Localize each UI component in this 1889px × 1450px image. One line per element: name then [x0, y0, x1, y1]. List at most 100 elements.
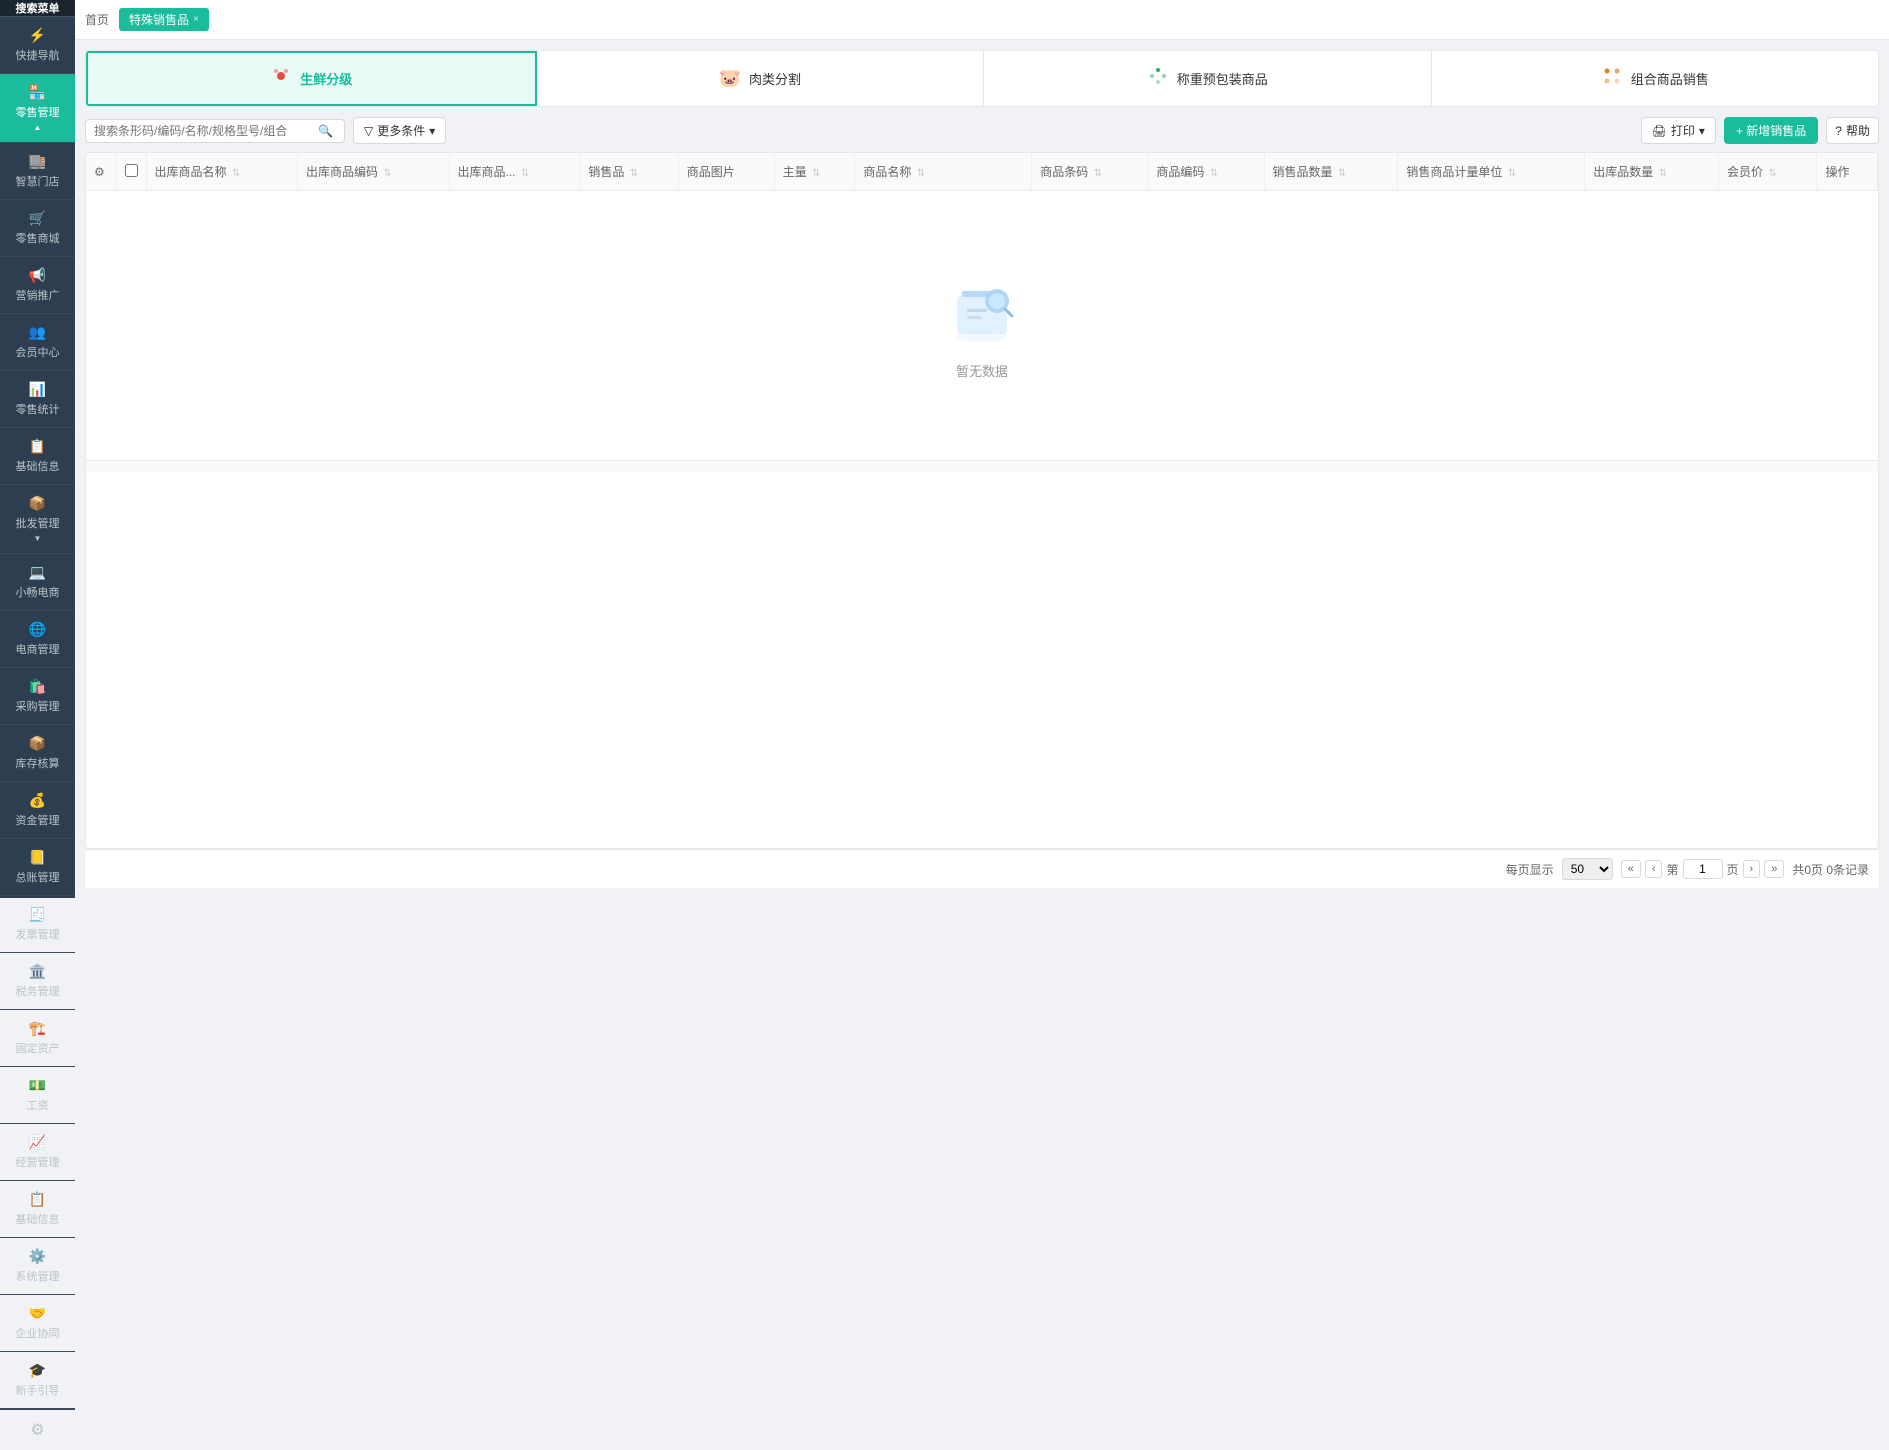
settings-button[interactable]: ⚙ [0, 1409, 75, 1450]
sidebar-item-ecom-mgmt[interactable]: 🌐 电商管理 [0, 611, 75, 668]
sidebar-item-small-store[interactable]: 💻 小畅电商 [0, 554, 75, 611]
sort-icon: ⇅ [812, 168, 820, 179]
sidebar-item-basic-info2[interactable]: 📋 基础信息 [0, 1181, 75, 1238]
sidebar-item-retail-mall[interactable]: 🛒 零售商城 [0, 200, 75, 257]
page-suffix: 页 [1727, 861, 1739, 878]
toolbar: 🔍 ▽ 更多条件 ▾ 🖨 打印 ▾ + 新增销售品 ? [85, 117, 1879, 144]
col-barcode[interactable]: 商品条码 ⇅ [1032, 153, 1148, 191]
sidebar-item-label: 零售商城 [16, 230, 60, 246]
sidebar-item-finance-mgmt[interactable]: 💰 资金管理 [0, 782, 75, 839]
sidebar-item-quick-nav[interactable]: ⚡ 快捷导航 [0, 17, 75, 74]
data-table-container: ⚙ 出库商品名称 ⇅ 出库商品编码 ⇅ 出库商品 [85, 152, 1879, 849]
sort-icon: ⇅ [1210, 168, 1218, 179]
sidebar-item-invoice-mgmt[interactable]: 🧾 发票管理 [0, 896, 75, 953]
col-checkbox[interactable] [116, 153, 146, 191]
search-box[interactable]: 🔍 [85, 119, 345, 143]
home-link[interactable]: 首页 [85, 11, 109, 28]
sidebar-item-label: 智慧门店 [16, 173, 60, 189]
add-button[interactable]: + 新增销售品 [1724, 117, 1818, 144]
corp-coop-icon: 🤝 [29, 1305, 46, 1322]
tab-combo-sale[interactable]: 组合商品销售 [1432, 51, 1879, 106]
sidebar-item-label: 新手引导 [16, 1382, 60, 1398]
sidebar-item-corp-coop[interactable]: 🤝 企业协同 [0, 1295, 75, 1352]
sidebar-item-smart-store[interactable]: 🏬 智慧门店 [0, 143, 75, 200]
sort-icon: ⇅ [232, 168, 240, 179]
search-input[interactable] [94, 124, 314, 138]
sidebar-item-retail-stats[interactable]: 📊 零售统计 [0, 371, 75, 428]
page-input[interactable] [1683, 859, 1723, 879]
tab-meat-cut[interactable]: 🐷 肉类分割 [537, 51, 985, 106]
active-tab-tag[interactable]: 特殊销售品 × [119, 8, 209, 31]
sidebar-item-label: 税务管理 [16, 983, 60, 999]
sidebar-item-new-guide[interactable]: 🎓 新手引导 [0, 1352, 75, 1409]
tax-mgmt-icon: 🏛️ [29, 963, 46, 980]
next-page-button[interactable]: › [1743, 860, 1761, 878]
col-sale-unit[interactable]: 销售商品计量单位 ⇅ [1398, 153, 1585, 191]
col-out-qty[interactable]: 出库品数量 ⇅ [1585, 153, 1719, 191]
col-goods-code[interactable]: 商品编码 ⇅ [1148, 153, 1264, 191]
sidebar-logo[interactable]: 搜索菜单 [0, 0, 75, 17]
sidebar: 搜索菜单 ⚡ 快捷导航 🏪 零售管理 ▲ 🏬 智慧门店 🛒 零售商城 📢 营销推… [0, 0, 75, 898]
page-nav: « ‹ 第 页 › » [1621, 859, 1785, 879]
select-all-checkbox[interactable] [125, 164, 138, 177]
tab-weigh-pack-label: 称重预包装商品 [1177, 69, 1268, 88]
sidebar-item-label: 经营管理 [16, 1154, 60, 1170]
col-out-goods-spec[interactable]: 出库商品... ⇅ [449, 153, 580, 191]
basic-info2-icon: 📋 [29, 1191, 46, 1208]
col-label: 出库品数量 [1593, 165, 1653, 179]
sidebar-item-label: 库存核算 [16, 755, 60, 771]
help-button[interactable]: ? 帮助 [1826, 117, 1879, 144]
col-label: 商品编码 [1156, 165, 1204, 179]
sidebar-item-marketing[interactable]: 📢 营销推广 [0, 257, 75, 314]
sidebar-item-salary[interactable]: 💵 工资 [0, 1067, 75, 1124]
sidebar-item-fixed-assets[interactable]: 🏗️ 固定资产 [0, 1010, 75, 1067]
sidebar-item-basic-info[interactable]: 📋 基础信息 [0, 428, 75, 485]
add-label: + 新增销售品 [1736, 122, 1806, 139]
sidebar-item-ops-mgmt[interactable]: 📈 经营管理 [0, 1124, 75, 1181]
sort-icon: ⇅ [1094, 168, 1102, 179]
sidebar-item-tax-mgmt[interactable]: 🏛️ 税务管理 [0, 953, 75, 1010]
col-settings[interactable]: ⚙ [86, 153, 116, 191]
print-button[interactable]: 🖨 打印 ▾ [1641, 117, 1716, 144]
col-label: 商品图片 [687, 165, 735, 179]
tab-fresh-grade-label: 生鲜分级 [300, 69, 352, 88]
table-scroll-bar[interactable] [86, 460, 1878, 472]
sys-mgmt-icon: ⚙️ [29, 1248, 46, 1265]
filter-button[interactable]: ▽ 更多条件 ▾ [353, 117, 446, 144]
sidebar-item-label: 批发管理 [16, 515, 60, 531]
fresh-grade-icon [270, 65, 292, 92]
tab-fresh-grade[interactable]: 生鲜分级 [86, 51, 537, 106]
tab-weigh-pack[interactable]: 称重预包装商品 [984, 51, 1432, 106]
sidebar-item-purchase-mgmt[interactable]: 🛍️ 采购管理 [0, 668, 75, 725]
first-page-button[interactable]: « [1621, 860, 1641, 878]
col-label: 操作 [1825, 165, 1849, 179]
close-tab-icon[interactable]: × [193, 14, 199, 25]
sidebar-item-wholesale-mgmt[interactable]: 📦 批发管理 ▼ [0, 485, 75, 554]
col-gross-weight[interactable]: 主量 ⇅ [774, 153, 855, 191]
main-content: 首页 特殊销售品 × 生鲜分级 🐷 肉类分割 [75, 0, 1889, 898]
col-label: 销售商品计量单位 [1406, 165, 1502, 179]
col-sale-qty[interactable]: 销售品数量 ⇅ [1264, 153, 1398, 191]
sort-icon: ⇅ [521, 168, 529, 179]
col-member-price[interactable]: 会员价 ⇅ [1719, 153, 1817, 191]
empty-state: 暂无数据 [86, 191, 1878, 460]
sidebar-item-general-ledger[interactable]: 📒 总账管理 [0, 839, 75, 896]
retail-mall-icon: 🛒 [29, 210, 46, 227]
col-goods-name[interactable]: 商品名称 ⇅ [855, 153, 1032, 191]
sidebar-item-member-center[interactable]: 👥 会员中心 [0, 314, 75, 371]
col-label: 出库商品编码 [306, 165, 378, 179]
prev-page-button[interactable]: ‹ [1645, 860, 1663, 878]
col-sale-goods[interactable]: 销售品 ⇅ [580, 153, 678, 191]
sidebar-item-inventory[interactable]: 📦 库存核算 [0, 725, 75, 782]
col-label: 主量 [783, 165, 807, 179]
topbar: 首页 特殊销售品 × [75, 0, 1889, 40]
inventory-icon: 📦 [29, 735, 46, 752]
per-page-select[interactable]: 50 10 20 100 [1562, 858, 1613, 880]
sidebar-item-sys-mgmt[interactable]: ⚙️ 系统管理 [0, 1238, 75, 1295]
last-page-button[interactable]: » [1764, 860, 1784, 878]
col-out-goods-code[interactable]: 出库商品编码 ⇅ [298, 153, 450, 191]
help-label: 帮助 [1846, 122, 1870, 139]
sidebar-item-retail-mgmt[interactable]: 🏪 零售管理 ▲ [0, 74, 75, 143]
col-out-goods-name[interactable]: 出库商品名称 ⇅ [146, 153, 298, 191]
sidebar-item-label: 零售统计 [16, 401, 60, 417]
